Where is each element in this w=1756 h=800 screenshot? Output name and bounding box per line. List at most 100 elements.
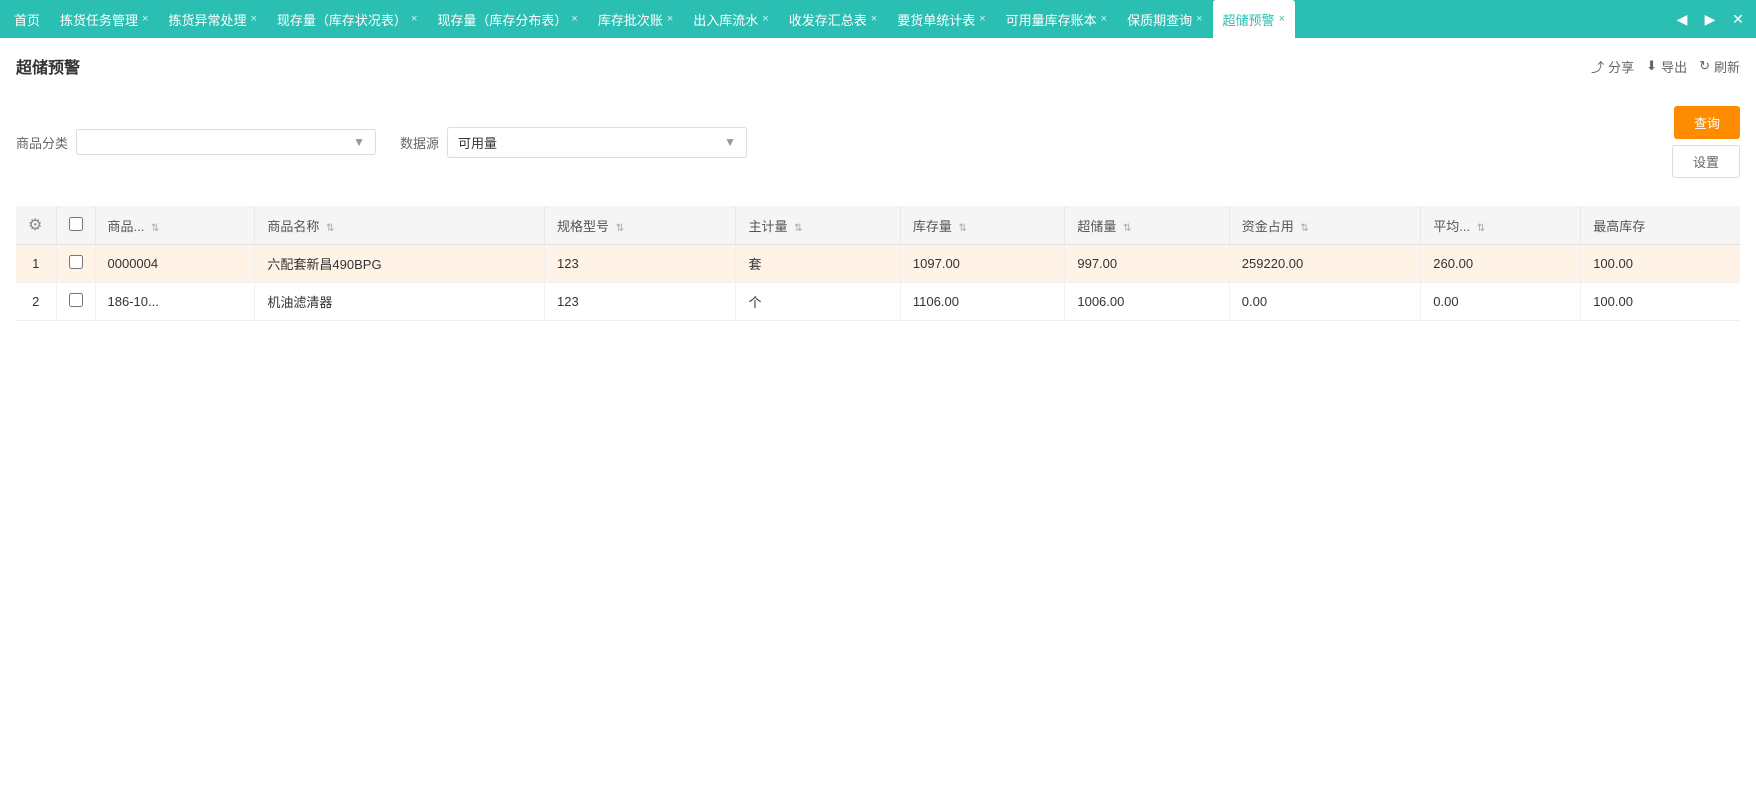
nav-batch[interactable]: 库存批次账 × (588, 0, 683, 38)
sort-unit-icon: ⇅ (794, 223, 802, 234)
row-num-1: 1 (16, 245, 56, 283)
category-dropdown-arrow: ▼ (353, 135, 365, 149)
close-tab-10[interactable]: × (1196, 13, 1202, 25)
nav-available[interactable]: 可用量库存账本 × (996, 0, 1117, 38)
row-spec-1: 123 (545, 245, 736, 283)
refresh-button[interactable]: ↻ 刷新 (1699, 57, 1740, 76)
nav-task-mgmt[interactable]: 拣货任务管理 × (50, 0, 158, 38)
page-header: 超储预警 ⤴ 分享 ⬇ 导出 ↻ 刷新 (16, 54, 1740, 78)
top-navigation: 首页 拣货任务管理 × 拣货异常处理 × 现存量（库存状况表） × 现存量（库存… (0, 0, 1756, 38)
nav-exception[interactable]: 拣货异常处理 × (158, 0, 266, 38)
row-product-name-1: 六配套新昌490BPG (255, 245, 545, 283)
sort-stock-icon: ⇅ (959, 223, 967, 234)
share-button[interactable]: ⤴ 分享 (1591, 57, 1634, 76)
nav-stock-status[interactable]: 现存量（库存状况表） × (267, 0, 427, 38)
sort-capital-icon: ⇅ (1300, 223, 1308, 234)
datasource-select[interactable]: 可用量 ▼ (447, 127, 747, 158)
export-button[interactable]: ⬇ 导出 (1646, 57, 1687, 76)
row-avg-2: 0.00 (1421, 283, 1581, 321)
col-max-stock: 最高库存 (1581, 206, 1740, 245)
close-tab-3[interactable]: × (411, 13, 417, 25)
category-label: 商品分类 (16, 133, 68, 152)
nav-home[interactable]: 首页 (4, 0, 50, 38)
close-tab-1[interactable]: × (142, 13, 148, 25)
row-checkbox-2 (56, 283, 95, 321)
sort-product-code-icon: ⇅ (151, 223, 159, 234)
table-row: 1 0000004 六配套新昌490BPG 123 套 1097.00 997.… (16, 245, 1740, 283)
datasource-label: 数据源 (400, 133, 439, 152)
sort-product-name-icon: ⇅ (326, 223, 334, 234)
category-filter: 商品分类 ▼ (16, 129, 376, 155)
settings-button[interactable]: 设置 (1672, 145, 1740, 178)
close-tab-7[interactable]: × (871, 13, 877, 25)
sort-avg-icon: ⇅ (1477, 223, 1485, 234)
row-max-stock-1: 100.00 (1581, 245, 1740, 283)
nav-stock-dist[interactable]: 现存量（库存分布表） × (427, 0, 587, 38)
row-product-name-2: 机油滤清器 (255, 283, 545, 321)
nav-inout-flow[interactable]: 出入库流水 × (683, 0, 778, 38)
nav-right-arrow[interactable]: ▶ (1696, 0, 1724, 38)
col-stock[interactable]: 库存量 ⇅ (900, 206, 1064, 245)
export-icon: ⬇ (1646, 58, 1657, 74)
nav-overstock[interactable]: 超储预警 × (1213, 0, 1295, 38)
col-product-code[interactable]: 商品... ⇅ (95, 206, 255, 245)
close-tab-9[interactable]: × (1101, 13, 1107, 25)
row-overstock-2: 1006.00 (1065, 283, 1229, 321)
row-capital-2: 0.00 (1229, 283, 1420, 321)
col-overstock[interactable]: 超储量 ⇅ (1065, 206, 1229, 245)
sort-overstock-icon: ⇅ (1123, 223, 1131, 234)
col-unit[interactable]: 主计量 ⇅ (736, 206, 900, 245)
header-actions: ⤴ 分享 ⬇ 导出 ↻ 刷新 (1591, 57, 1740, 76)
select-all-checkbox[interactable] (69, 217, 83, 231)
col-avg[interactable]: 平均... ⇅ (1421, 206, 1581, 245)
col-product-name[interactable]: 商品名称 ⇅ (255, 206, 545, 245)
row-stock-1: 1097.00 (900, 245, 1064, 283)
page-title: 超储预警 (16, 54, 80, 78)
datasource-value: 可用量 (458, 133, 497, 152)
close-tab-6[interactable]: × (762, 13, 768, 25)
nav-left-arrow[interactable]: ◀ (1668, 0, 1696, 38)
row-checkbox-1 (56, 245, 95, 283)
close-tab-4[interactable]: × (571, 13, 577, 25)
row-num-2: 2 (16, 283, 56, 321)
row-spec-2: 123 (545, 283, 736, 321)
category-select[interactable]: ▼ (76, 129, 376, 155)
row-overstock-1: 997.00 (1065, 245, 1229, 283)
close-tab-11[interactable]: × (1279, 13, 1285, 25)
datasource-dropdown-arrow: ▼ (724, 135, 736, 149)
row-select-1[interactable] (69, 255, 83, 269)
row-product-code-1: 0000004 (95, 245, 255, 283)
col-settings: ⚙ (16, 206, 56, 245)
row-capital-1: 259220.00 (1229, 245, 1420, 283)
row-product-code-2: 186-10... (95, 283, 255, 321)
nav-quality[interactable]: 保质期查询 × (1117, 0, 1212, 38)
table-header-row: ⚙ 商品... ⇅ 商品名称 ⇅ 规格型号 ⇅ 主计量 ⇅ 库 (16, 206, 1740, 245)
close-tab-2[interactable]: × (250, 13, 256, 25)
refresh-icon: ↻ (1699, 58, 1710, 74)
row-stock-2: 1106.00 (900, 283, 1064, 321)
row-avg-1: 260.00 (1421, 245, 1581, 283)
nav-demand[interactable]: 要货单统计表 × (887, 0, 995, 38)
data-table: ⚙ 商品... ⇅ 商品名称 ⇅ 规格型号 ⇅ 主计量 ⇅ 库 (16, 206, 1740, 321)
col-capital[interactable]: 资金占用 ⇅ (1229, 206, 1420, 245)
row-select-2[interactable] (69, 293, 83, 307)
row-unit-2: 个 (736, 283, 900, 321)
table-row: 2 186-10... 机油滤清器 123 个 1106.00 1006.00 … (16, 283, 1740, 321)
nav-arrows: ◀ ▶ ✕ (1668, 0, 1752, 38)
col-checkbox (56, 206, 95, 245)
nav-close-all[interactable]: ✕ (1724, 0, 1752, 38)
row-unit-1: 套 (736, 245, 900, 283)
filter-buttons: 查询 设置 (1672, 106, 1740, 178)
close-tab-5[interactable]: × (667, 13, 673, 25)
query-button[interactable]: 查询 (1674, 106, 1740, 139)
close-tab-8[interactable]: × (979, 13, 985, 25)
datasource-filter: 数据源 可用量 ▼ (400, 127, 747, 158)
share-icon: ⤴ (1591, 57, 1604, 76)
main-content: 超储预警 ⤴ 分享 ⬇ 导出 ↻ 刷新 商品分类 ▼ 数据源 (0, 38, 1756, 800)
gear-icon[interactable]: ⚙ (28, 217, 42, 234)
nav-summary[interactable]: 收发存汇总表 × (779, 0, 887, 38)
sort-spec-icon: ⇅ (616, 223, 624, 234)
filter-area: 商品分类 ▼ 数据源 可用量 ▼ 查询 设置 (16, 94, 1740, 190)
row-max-stock-2: 100.00 (1581, 283, 1740, 321)
col-spec[interactable]: 规格型号 ⇅ (545, 206, 736, 245)
